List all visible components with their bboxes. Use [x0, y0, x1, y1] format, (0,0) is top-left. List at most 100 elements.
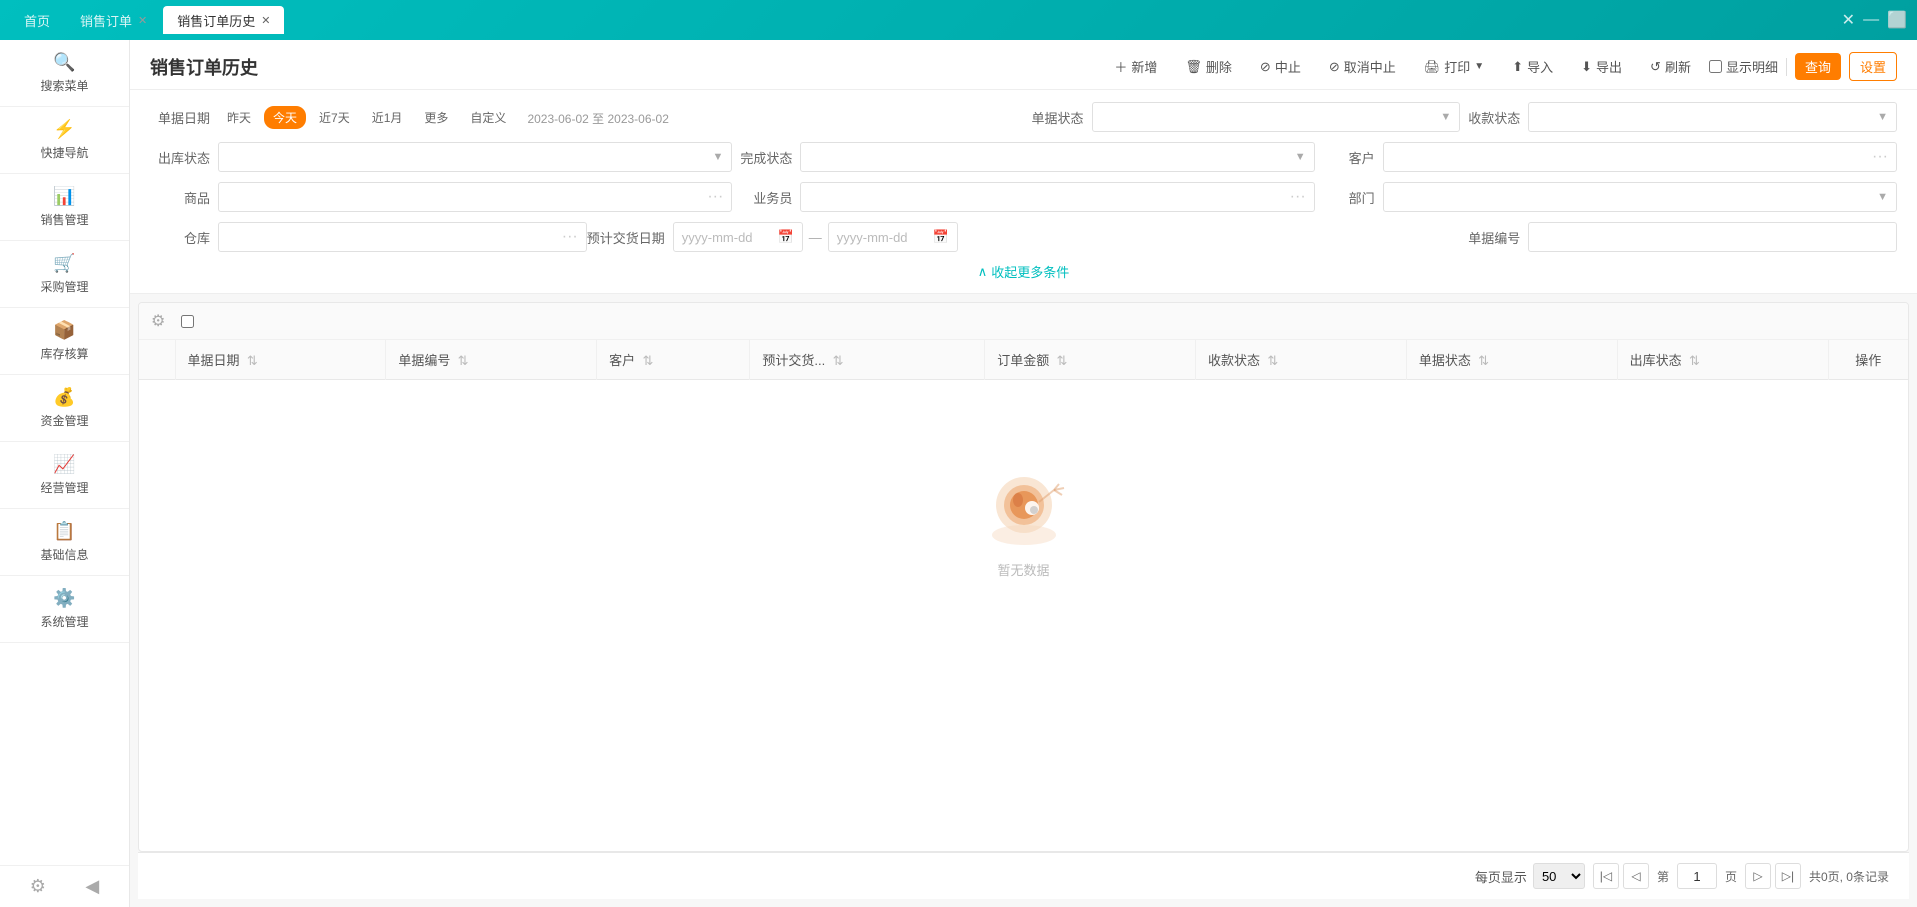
col-expected-date[interactable]: 预计交货... ⇅ — [750, 340, 985, 380]
query-label: 查询 — [1805, 57, 1831, 76]
query-button[interactable]: 查询 — [1795, 53, 1841, 80]
next-page-button[interactable]: ▷ — [1745, 863, 1771, 889]
table-toolbar: ⚙ — [139, 303, 1908, 340]
col-bill-status[interactable]: 单据状态 ⇅ — [1406, 340, 1617, 380]
sidebar-settings-icon[interactable]: ⚙ — [30, 876, 46, 897]
department-label: 部门 — [1315, 188, 1375, 207]
page-number-input[interactable] — [1677, 863, 1717, 889]
first-page-button[interactable]: |◁ — [1593, 863, 1619, 889]
collapse-label: 收起更多条件 — [991, 262, 1069, 281]
sidebar-collapse-icon[interactable]: ◀ — [85, 876, 99, 897]
pill-yesterday[interactable]: 昨天 — [218, 106, 260, 129]
print-button[interactable]: 🖨 打印 ▼ — [1414, 53, 1494, 80]
prev-page-button[interactable]: ◁ — [1623, 863, 1649, 889]
col-payment-status-sort-icon: ⇅ — [1267, 353, 1278, 368]
sidebar-item-system-mgmt[interactable]: ⚙️ 系统管理 — [0, 576, 129, 643]
expected-date-start-input[interactable]: yyyy-mm-dd 📅 — [673, 222, 803, 252]
display-toggle-checkbox[interactable] — [1709, 60, 1722, 73]
settings-button[interactable]: 设置 — [1849, 52, 1897, 81]
expected-date-end-input[interactable]: yyyy-mm-dd 📅 — [828, 222, 958, 252]
empty-illustration — [974, 460, 1074, 560]
date-filter-label: 单据日期 — [150, 108, 210, 127]
payment-status-select[interactable]: ▼ — [1528, 102, 1897, 132]
col-customer-label: 客户 — [609, 353, 635, 368]
cancel-stop-button[interactable]: ⊘ 取消中止 — [1319, 53, 1406, 80]
delete-button[interactable]: 🗑 删除 — [1175, 53, 1242, 80]
col-expected-date-sort-icon: ⇅ — [833, 353, 844, 368]
topbar-maximize-icon[interactable]: ⬜ — [1887, 10, 1907, 30]
customer-dots-icon[interactable]: ··· — [1872, 148, 1888, 166]
customer-label: 客户 — [1315, 148, 1375, 167]
bill-status-select[interactable]: ▼ — [1092, 102, 1461, 132]
department-select[interactable]: ▼ — [1383, 182, 1897, 212]
pill-custom[interactable]: 自定义 — [461, 106, 515, 129]
table-settings-icon[interactable]: ⚙ — [151, 311, 165, 331]
sidebar-item-basic-info[interactable]: 📋 基础信息 — [0, 509, 129, 576]
date-filter-control: 昨天 今天 近7天 近1月 更多 自定义 2023-06-02 至 2023-0… — [218, 106, 1024, 129]
col-ops-label: 操作 — [1855, 353, 1881, 368]
complete-status-label: 完成状态 — [732, 148, 792, 167]
salesperson-dots-icon[interactable]: ··· — [1290, 188, 1306, 206]
new-button[interactable]: ＋ 新增 — [1104, 53, 1167, 80]
complete-status-select[interactable]: ▼ — [800, 142, 1314, 172]
tab-sales-order-close[interactable]: ✕ — [138, 14, 147, 27]
pill-last1m[interactable]: 近1月 — [363, 106, 412, 129]
bill-no-input[interactable] — [1528, 222, 1897, 252]
stop-button[interactable]: ⊘ 中止 — [1250, 53, 1311, 80]
tab-sales-order[interactable]: 销售订单 ✕ — [66, 6, 161, 34]
pill-today[interactable]: 今天 — [264, 106, 306, 129]
product-input[interactable]: ··· — [218, 182, 732, 212]
tab-sales-order-history-label: 销售订单历史 — [177, 11, 255, 30]
import-button[interactable]: ⬆ 导入 — [1502, 53, 1563, 80]
sidebar-item-sales-mgmt[interactable]: 📊 销售管理 — [0, 174, 129, 241]
print-label: 打印 — [1444, 57, 1470, 76]
salesperson-input[interactable]: ··· — [800, 182, 1314, 212]
tab-sales-order-history[interactable]: 销售订单历史 ✕ — [163, 6, 284, 34]
collapse-row[interactable]: ∧ 收起更多条件 — [150, 262, 1897, 281]
select-all-checkbox[interactable] — [181, 315, 194, 328]
import-icon: ⬆ — [1512, 59, 1523, 75]
col-amount[interactable]: 订单金额 ⇅ — [985, 340, 1196, 380]
col-no[interactable]: 单据编号 ⇅ — [386, 340, 597, 380]
sidebar-item-capital-mgmt[interactable]: 💰 资金管理 — [0, 375, 129, 442]
sidebar-item-quick-nav-label: 快捷导航 — [40, 144, 88, 161]
bill-no-label: 单据编号 — [1460, 228, 1520, 247]
sidebar-item-purchase-mgmt[interactable]: 🛒 采购管理 — [0, 241, 129, 308]
expected-date-end-placeholder: yyyy-mm-dd — [837, 230, 908, 245]
ops-mgmt-icon: 📈 — [53, 454, 75, 475]
topbar-close-icon[interactable]: ✕ — [1842, 10, 1855, 30]
topbar-minimize-icon[interactable]: — — [1863, 11, 1879, 29]
pill-last7[interactable]: 近7天 — [310, 106, 359, 129]
col-customer-sort-icon: ⇅ — [642, 353, 653, 368]
sidebar-item-inventory-calc[interactable]: 📦 库存核算 — [0, 308, 129, 375]
col-out-status-sort-icon: ⇅ — [1689, 353, 1700, 368]
out-status-select[interactable]: ▼ — [218, 142, 732, 172]
export-button[interactable]: ⬇ 导出 — [1571, 53, 1632, 80]
warehouse-input[interactable]: ··· — [218, 222, 587, 252]
refresh-button[interactable]: ↺ 刷新 — [1640, 53, 1701, 80]
sidebar: 🔍 搜索菜单 ⚡ 快捷导航 📊 销售管理 🛒 采购管理 📦 库存核算 💰 资金管… — [0, 40, 130, 907]
filter-area: 单据日期 昨天 今天 近7天 近1月 更多 自定义 2023-06-02 至 2… — [130, 90, 1917, 294]
table-header-row: 单据日期 ⇅ 单据编号 ⇅ 客户 ⇅ 预计交货... — [139, 340, 1908, 380]
sidebar-item-ops-mgmt-label: 经营管理 — [40, 479, 88, 496]
filter-group-expected-date: 预计交货日期 yyyy-mm-dd 📅 — yyyy-mm-dd 📅 — [587, 222, 1461, 252]
sidebar-item-search-menu[interactable]: 🔍 搜索菜单 — [0, 40, 129, 107]
tab-home[interactable]: 首页 — [10, 6, 64, 34]
sales-mgmt-icon: 📊 — [53, 186, 75, 207]
warehouse-dots-icon[interactable]: ··· — [562, 228, 578, 246]
sidebar-item-ops-mgmt[interactable]: 📈 经营管理 — [0, 442, 129, 509]
col-payment-status[interactable]: 收款状态 ⇅ — [1196, 340, 1407, 380]
cancel-stop-label: 取消中止 — [1344, 57, 1396, 76]
last-page-button[interactable]: ▷| — [1775, 863, 1801, 889]
tab-sales-order-history-close[interactable]: ✕ — [261, 14, 270, 27]
customer-input[interactable]: ··· — [1383, 142, 1897, 172]
table-footer: 每页显示 10 20 50 100 |◁ ◁ 第 页 ▷ ▷| 共0页, 0条记… — [138, 852, 1909, 899]
col-out-status[interactable]: 出库状态 ⇅ — [1617, 340, 1828, 380]
per-page-select[interactable]: 10 20 50 100 — [1533, 863, 1585, 889]
sidebar-item-quick-nav[interactable]: ⚡ 快捷导航 — [0, 107, 129, 174]
col-date[interactable]: 单据日期 ⇅ — [175, 340, 386, 380]
col-customer[interactable]: 客户 ⇅ — [597, 340, 750, 380]
pill-more[interactable]: 更多 — [415, 106, 457, 129]
col-ops: 操作 — [1828, 340, 1908, 380]
product-dots-icon[interactable]: ··· — [707, 188, 723, 206]
